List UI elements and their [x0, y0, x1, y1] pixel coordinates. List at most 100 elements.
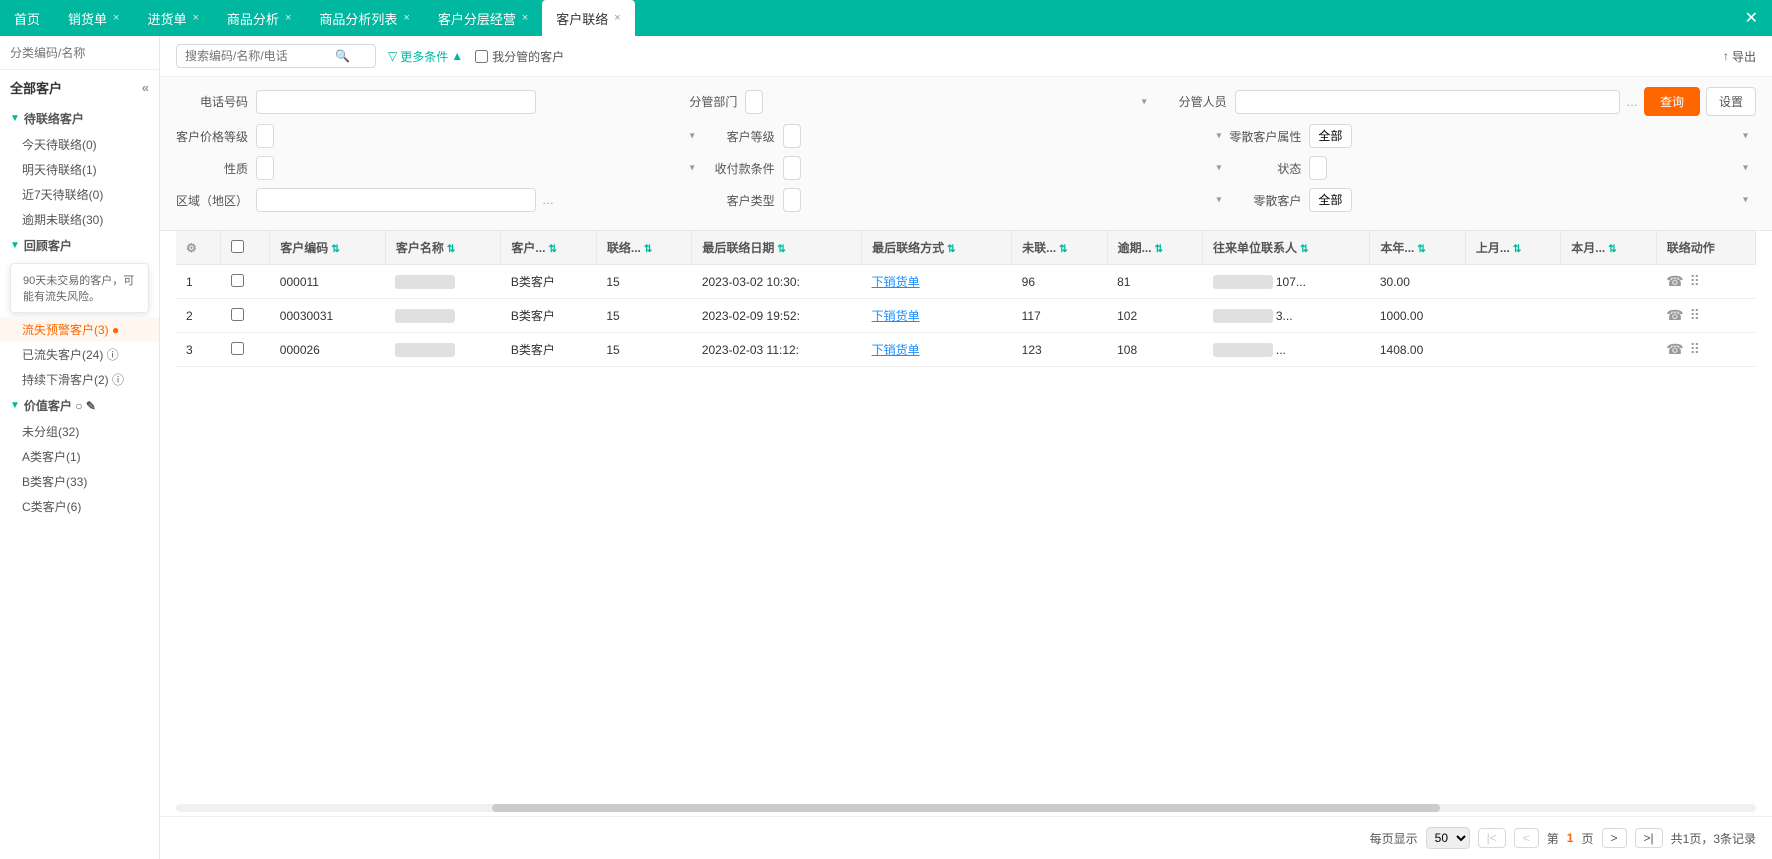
- last-method-link[interactable]: 下销货单: [872, 343, 920, 357]
- th-settings[interactable]: ⚙: [176, 231, 221, 265]
- contact-action-icon[interactable]: ☎: [1666, 273, 1683, 290]
- sidebar-collapse-icon[interactable]: «: [142, 80, 149, 95]
- tab-close-purchase[interactable]: ×: [192, 12, 198, 24]
- sidebar-item-decline[interactable]: 持续下滑客户(2) ⓘ: [0, 367, 159, 392]
- th-code[interactable]: 客户编码⇅: [270, 231, 386, 265]
- sidebar-item-overdue[interactable]: 逾期未联络(30): [0, 207, 159, 232]
- tab-purchase[interactable]: 进货单 ×: [133, 0, 212, 36]
- advanced-filter-panel: 电话号码 分管部门 分管人员 … 查询 设置: [160, 77, 1772, 231]
- select-all-checkbox[interactable]: [231, 240, 244, 253]
- settings-button[interactable]: 设置: [1706, 87, 1756, 116]
- filter-search-input[interactable]: [185, 49, 335, 63]
- query-button[interactable]: 查询: [1644, 87, 1700, 116]
- next-page-button[interactable]: >: [1602, 828, 1627, 848]
- tab-bar-close-button[interactable]: ✕: [1731, 8, 1772, 28]
- region-more-icon[interactable]: …: [536, 193, 560, 207]
- tab-close-customer-tier[interactable]: ×: [522, 12, 528, 24]
- sidebar-item-tomorrow[interactable]: 明天待联络(1): [0, 157, 159, 182]
- sidebar-item-week[interactable]: 近7天待联络(0): [0, 182, 159, 207]
- th-unit-contact[interactable]: 往来单位联系人⇅: [1203, 231, 1370, 265]
- person-more-icon[interactable]: …: [1620, 95, 1644, 109]
- sidebar-section-value[interactable]: ▼ 价值客户 ○ ✎: [0, 392, 159, 419]
- th-overdue[interactable]: 逾期...⇅: [1107, 231, 1202, 265]
- sort-icon-code: ⇅: [331, 244, 339, 255]
- tab-sales[interactable]: 销货单 ×: [54, 0, 133, 36]
- sidebar-item-already-churn[interactable]: 已流失客户(24) ⓘ: [0, 342, 159, 367]
- dept-select[interactable]: [745, 90, 763, 114]
- cell-this-year: 1000.00: [1370, 299, 1465, 333]
- export-button[interactable]: ↑ 导出: [1723, 48, 1756, 65]
- my-customers-check[interactable]: [475, 50, 488, 63]
- tab-home[interactable]: 首页: [0, 0, 54, 36]
- cell-last-month: [1465, 265, 1560, 299]
- th-last-month[interactable]: 上月...⇅: [1465, 231, 1560, 265]
- row-checkbox[interactable]: [231, 308, 244, 321]
- tab-close-analysis-list[interactable]: ×: [403, 12, 409, 24]
- zero-attr-select[interactable]: 全部: [1309, 124, 1352, 148]
- tab-analysis[interactable]: 商品分析 ×: [213, 0, 305, 36]
- last-method-link[interactable]: 下销货单: [872, 309, 920, 323]
- th-this-year[interactable]: 本年...⇅: [1370, 231, 1465, 265]
- cell-unit-contact: 107...: [1203, 265, 1370, 299]
- customer-type-select[interactable]: [783, 188, 801, 212]
- sidebar-search-input[interactable]: [10, 46, 160, 60]
- cell-contact: 15: [596, 299, 691, 333]
- sidebar-item-class-b[interactable]: B类客户(33): [0, 469, 159, 494]
- horizontal-scrollbar[interactable]: [176, 804, 1756, 812]
- th-last-date[interactable]: 最后联络日期⇅: [692, 231, 862, 265]
- adv-filter-region: 区域（地区） …: [176, 188, 703, 212]
- th-name[interactable]: 客户名称⇅: [385, 231, 501, 265]
- first-page-button[interactable]: |<: [1478, 828, 1506, 848]
- unit-contact-blurred: [1213, 275, 1273, 289]
- tab-customer-tier[interactable]: 客户分层经营 ×: [424, 0, 542, 36]
- sidebar-item-unsegmented[interactable]: 未分组(32): [0, 419, 159, 444]
- more-conditions-button[interactable]: ▽ 更多条件 ▲: [388, 48, 463, 65]
- table-area: ⚙ 客户编码⇅ 客户名称⇅ 客户...⇅ 联络...⇅ 最后联络日期⇅ 最后联络…: [160, 231, 1772, 800]
- tab-close-sales[interactable]: ×: [113, 12, 119, 24]
- nature-select[interactable]: [256, 156, 274, 180]
- region-input[interactable]: [256, 188, 536, 212]
- filter-search-button[interactable]: 🔍: [335, 49, 350, 63]
- more-action-icon[interactable]: ⠿: [1690, 307, 1700, 324]
- th-not-contact[interactable]: 未联...⇅: [1012, 231, 1107, 265]
- payment-select[interactable]: [783, 156, 801, 180]
- table-row: 3000026 B类客户152023-02-03 11:12:下销货单12310…: [176, 333, 1756, 367]
- per-page-select[interactable]: 50: [1426, 827, 1470, 849]
- prev-page-button[interactable]: <: [1514, 828, 1539, 848]
- row-checkbox[interactable]: [231, 274, 244, 287]
- row-checkbox[interactable]: [231, 342, 244, 355]
- per-page-label: 每页显示: [1370, 830, 1418, 847]
- th-contact[interactable]: 联络...⇅: [596, 231, 691, 265]
- person-input[interactable]: [1235, 90, 1620, 114]
- more-action-icon[interactable]: ⠿: [1690, 341, 1700, 358]
- th-last-method[interactable]: 最后联络方式⇅: [862, 231, 1012, 265]
- phone-input[interactable]: [256, 90, 536, 114]
- price-tier-select[interactable]: [256, 124, 274, 148]
- settings-icon[interactable]: ⚙: [186, 241, 197, 255]
- action-icons: ☎ ⠿: [1666, 341, 1745, 358]
- last-page-button[interactable]: >|: [1635, 828, 1663, 848]
- chevron-up-icon: ▲: [451, 49, 463, 63]
- sidebar-section-churn[interactable]: ▼ 回顾客户: [0, 232, 159, 259]
- zero-customer-select[interactable]: 全部: [1309, 188, 1352, 212]
- sidebar-all-customers[interactable]: 全部客户 «: [0, 70, 159, 105]
- customer-level-select[interactable]: [783, 124, 801, 148]
- sidebar-item-class-c[interactable]: C类客户(6): [0, 494, 159, 519]
- sidebar-section-pending[interactable]: ▼ 待联络客户: [0, 105, 159, 132]
- sidebar-item-today[interactable]: 今天待联络(0): [0, 132, 159, 157]
- th-this-month[interactable]: 本月...⇅: [1561, 231, 1656, 265]
- sidebar-item-class-a[interactable]: A类客户(1): [0, 444, 159, 469]
- tab-close-analysis[interactable]: ×: [285, 12, 291, 24]
- last-method-link[interactable]: 下销货单: [872, 275, 920, 289]
- status-select[interactable]: [1309, 156, 1327, 180]
- contact-action-icon[interactable]: ☎: [1666, 341, 1683, 358]
- tab-close-customer-contact[interactable]: ×: [614, 12, 620, 24]
- sidebar-item-churn-predicted[interactable]: 流失预警客户(3) ●: [0, 317, 159, 342]
- sidebar-tooltip: 90天未交易的客户，可能有流失风险。: [10, 263, 149, 313]
- my-customers-checkbox[interactable]: 我分管的客户: [475, 48, 564, 65]
- contact-action-icon[interactable]: ☎: [1666, 307, 1683, 324]
- tab-analysis-list[interactable]: 商品分析列表 ×: [305, 0, 423, 36]
- th-type[interactable]: 客户...⇅: [501, 231, 596, 265]
- more-action-icon[interactable]: ⠿: [1690, 273, 1700, 290]
- tab-customer-contact[interactable]: 客户联络 ×: [542, 0, 634, 36]
